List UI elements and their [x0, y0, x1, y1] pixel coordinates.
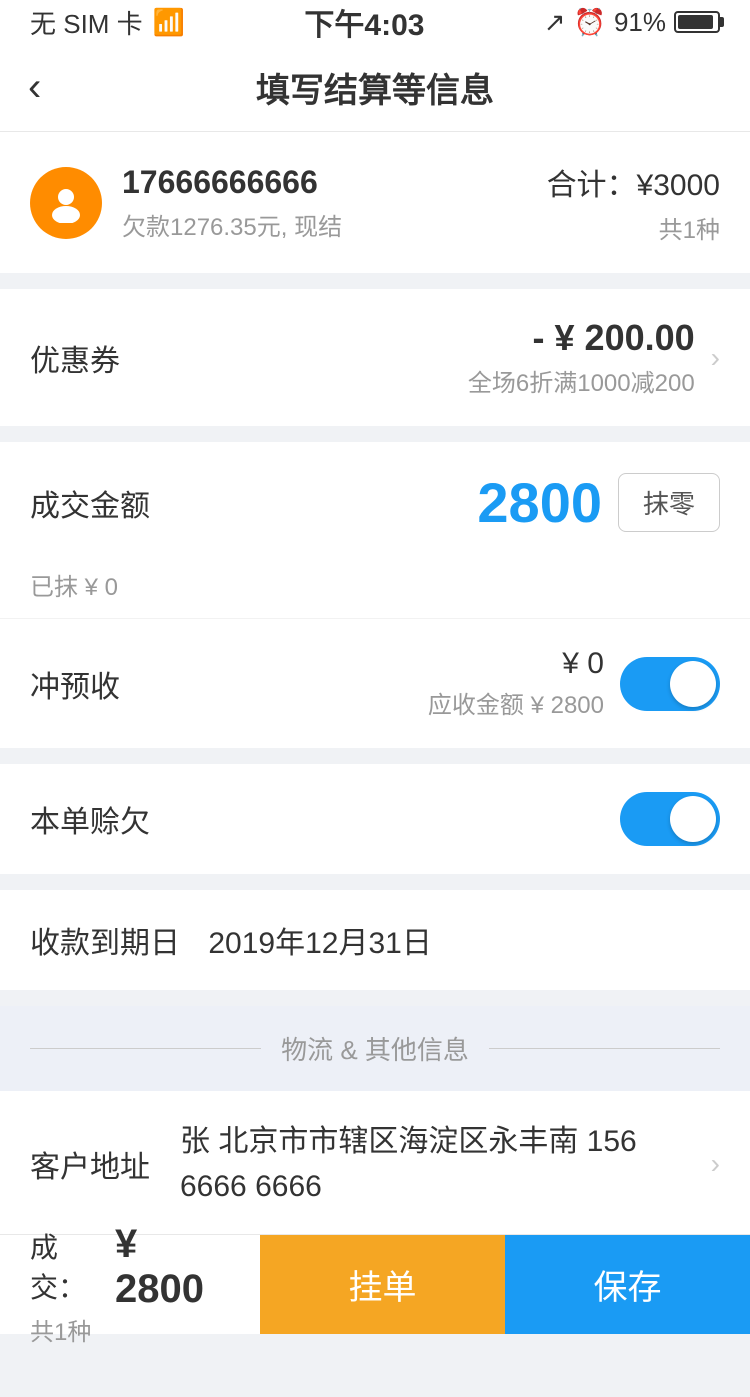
credit-section: 本单赊欠	[0, 764, 750, 874]
wifi-icon: 📶	[153, 7, 185, 38]
amount-section: 成交金额 2800 抹零 已抹 ¥ 0 冲预收 ¥ 0 应收金额 ¥ 2800	[0, 442, 750, 748]
chevron-right-icon: ›	[711, 342, 720, 374]
address-chevron-icon: ›	[711, 1148, 720, 1180]
status-bar: 无 SIM 卡 📶 下午4:03 ↗ ⏰ 91%	[0, 0, 750, 44]
logistics-label: 物流 & 其他信息	[281, 1030, 469, 1067]
prepay-sub-value: 应收金额 ¥ 2800	[428, 685, 604, 720]
battery-icon	[674, 11, 720, 33]
footer-info: 成交： ¥ 2800 共1种	[0, 1222, 260, 1347]
customer-info: 17666666666 欠款1276.35元, 现结	[122, 164, 342, 242]
prepay-right: ¥ 0 应收金额 ¥ 2800	[428, 647, 720, 720]
customer-card: 17666666666 欠款1276.35元, 现结 合计：¥3000 共1种	[0, 132, 750, 273]
address-value: 张 北京市市辖区海淀区永丰南 156 6666 6666	[180, 1119, 711, 1209]
prepay-toggle[interactable]	[620, 657, 720, 711]
footer: 成交： ¥ 2800 共1种 挂单 保存	[0, 1234, 750, 1334]
discount-row[interactable]: 优惠券 - ¥ 200.00 全场6折满1000减200 ›	[0, 289, 750, 426]
customer-count: 共1种	[547, 210, 720, 245]
back-button[interactable]: ‹	[28, 65, 41, 110]
due-date-row: 收款到期日 2019年12月31日	[0, 890, 750, 990]
save-button[interactable]: 保存	[505, 1235, 750, 1334]
status-right: ↗ ⏰ 91%	[544, 7, 720, 38]
due-date-value: 2019年12月31日	[208, 927, 431, 960]
address-row[interactable]: 客户地址 张 北京市市辖区海淀区永丰南 156 6666 6666 ›	[0, 1091, 750, 1237]
customer-phone: 17666666666	[122, 164, 342, 201]
carrier-text: 无 SIM 卡	[30, 4, 143, 41]
battery-percent: 91%	[614, 7, 666, 38]
already-rounded: 已抹 ¥ 0	[0, 563, 750, 618]
footer-deal-amount: ¥ 2800	[115, 1222, 230, 1312]
due-date-label: 收款到期日 2019年12月31日	[30, 918, 432, 962]
hold-button[interactable]: 挂单	[260, 1235, 505, 1334]
alarm-icon: ⏰	[574, 7, 606, 38]
nav-bar: ‹ 填写结算等信息	[0, 44, 750, 132]
due-date-section: 收款到期日 2019年12月31日	[0, 890, 750, 990]
customer-right: 合计：¥3000 共1种	[547, 160, 720, 245]
round-button[interactable]: 抹零	[618, 473, 720, 532]
status-time: 下午4:03	[304, 0, 424, 44]
discount-section: 优惠券 - ¥ 200.00 全场6折满1000减200 ›	[0, 289, 750, 426]
discount-label: 优惠券	[30, 336, 120, 380]
prepay-label: 冲预收	[30, 662, 120, 706]
footer-deal-label: 成交：	[30, 1226, 109, 1306]
discount-desc: 全场6折满1000减200	[468, 363, 695, 398]
customer-left: 17666666666 欠款1276.35元, 现结	[30, 164, 342, 242]
discount-right: - ¥ 200.00 全场6折满1000减200 ›	[468, 317, 720, 398]
status-left: 无 SIM 卡 📶	[30, 4, 185, 41]
logistics-header: 物流 & 其他信息	[0, 1006, 750, 1091]
content: 17666666666 欠款1276.35元, 现结 合计：¥3000 共1种 …	[0, 132, 750, 1397]
amount-label: 成交金额	[30, 481, 150, 525]
location-icon: ↗	[544, 7, 566, 38]
credit-row: 本单赊欠	[0, 764, 750, 874]
credit-label: 本单赊欠	[30, 797, 150, 841]
avatar	[30, 167, 102, 239]
credit-toggle[interactable]	[620, 792, 720, 846]
prepay-row: 冲预收 ¥ 0 应收金额 ¥ 2800	[0, 618, 750, 748]
customer-debt: 欠款1276.35元, 现结	[122, 207, 342, 242]
prepay-value: ¥ 0	[428, 647, 604, 681]
amount-row: 成交金额 2800 抹零	[0, 442, 750, 563]
amount-right: 2800 抹零	[477, 470, 720, 535]
address-label: 客户地址	[30, 1142, 150, 1186]
customer-total: 合计：¥3000	[547, 160, 720, 204]
discount-amount: - ¥ 200.00	[468, 317, 695, 359]
amount-value: 2800	[477, 470, 602, 535]
credit-right	[620, 792, 720, 846]
page-title: 填写结算等信息	[256, 63, 494, 112]
